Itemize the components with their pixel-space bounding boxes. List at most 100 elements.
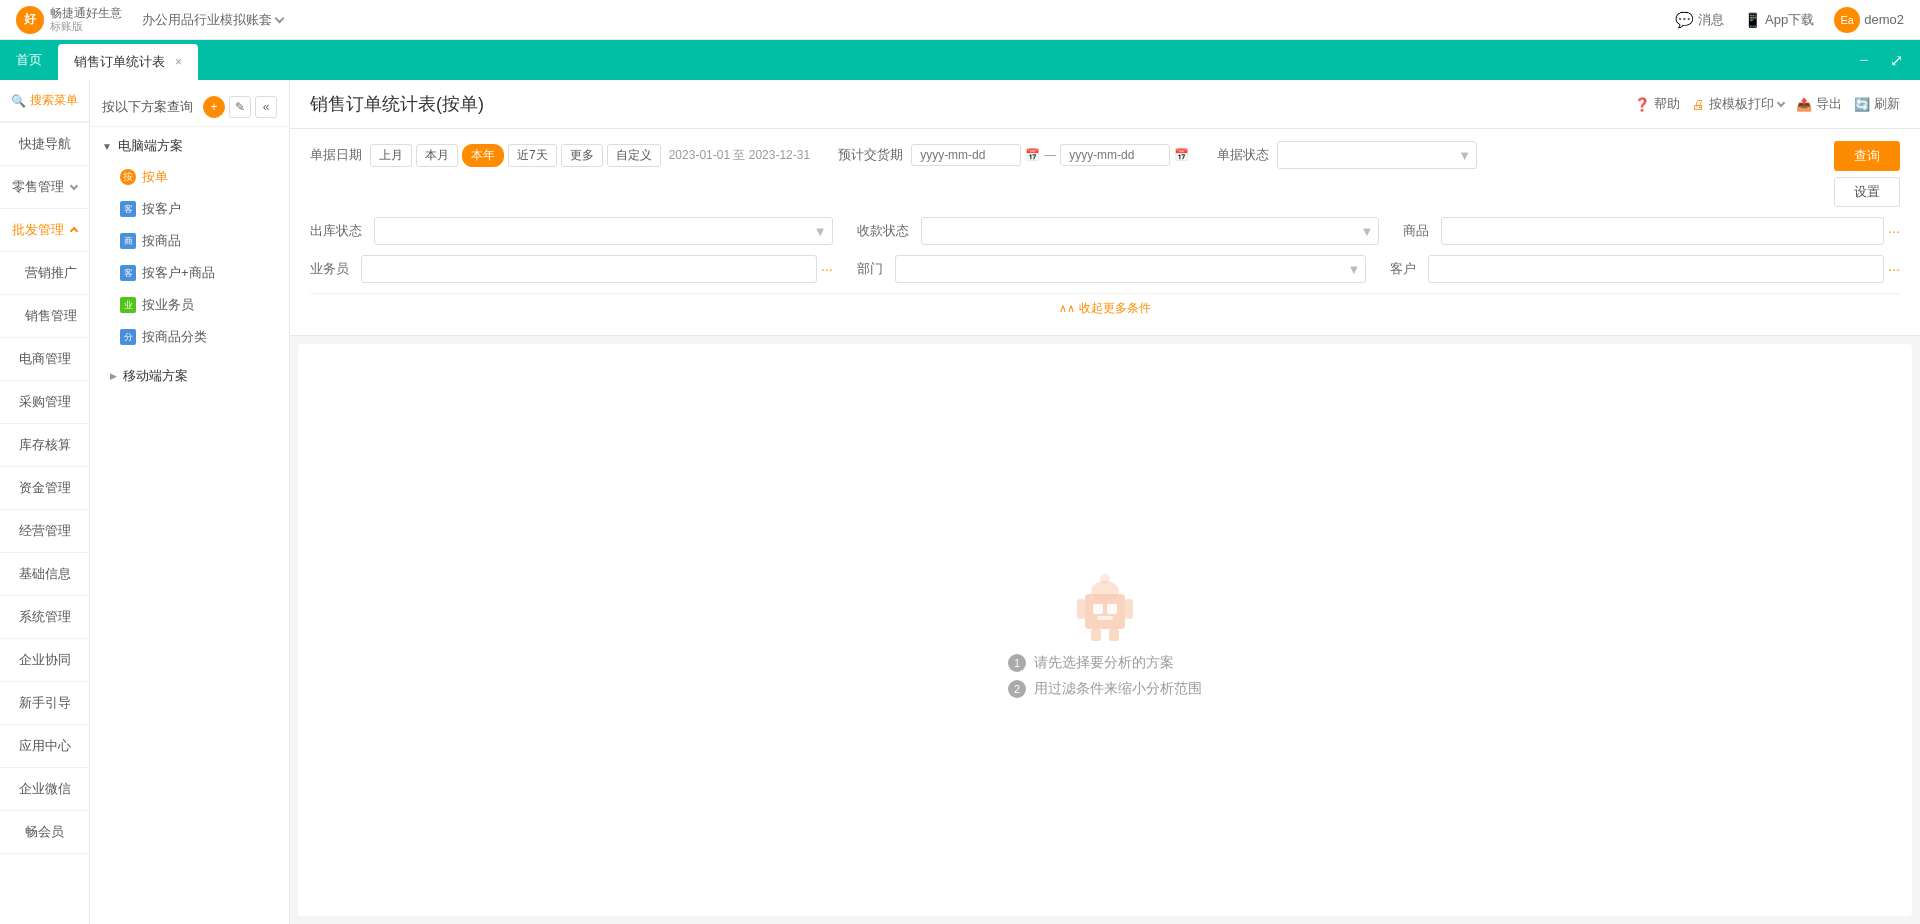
- sidebar-item-operations[interactable]: 经营管理: [0, 510, 89, 553]
- date-btn-this-year[interactable]: 本年: [462, 144, 504, 167]
- mobile-scheme-group: ▶ 移动端方案: [90, 357, 289, 395]
- sidebar-item-marketing[interactable]: 营销推广: [0, 252, 89, 295]
- svg-rect-3: [1097, 616, 1113, 620]
- settings-button[interactable]: 设置: [1834, 177, 1900, 207]
- salesperson-input[interactable]: [361, 255, 817, 283]
- sidebar-item-inventory[interactable]: 库存核算: [0, 424, 89, 467]
- sidebar-item-search[interactable]: 🔍 搜索菜单: [0, 80, 89, 123]
- export-icon: 📤: [1796, 97, 1812, 112]
- refresh-button[interactable]: 🔄 刷新: [1854, 95, 1900, 113]
- filter-row-persons: 业务员 ··· 部门 ▼ 客户 ···: [310, 255, 1900, 283]
- refresh-icon: 🔄: [1854, 97, 1870, 112]
- customer-dots-icon[interactable]: ···: [1888, 261, 1900, 277]
- empty-tips: 1 请先选择要分析的方案 2 用过滤条件来缩小分析范围: [1008, 654, 1202, 706]
- svg-rect-1: [1093, 604, 1103, 614]
- sidebar-item-retail[interactable]: 零售管理: [0, 166, 89, 209]
- sidebar-item-sales[interactable]: 销售管理: [0, 295, 89, 338]
- status-select[interactable]: [1277, 141, 1477, 169]
- filter-area: 单据日期 上月 本月 本年 近7天 更多 自定义 2023-01-01 至 20…: [290, 129, 1920, 336]
- add-scheme-button[interactable]: +: [203, 96, 225, 118]
- date-btn-this-month[interactable]: 本月: [416, 144, 458, 167]
- department-select[interactable]: [895, 255, 1367, 283]
- svg-rect-5: [1125, 599, 1133, 619]
- empty-tip-1: 1 请先选择要分析的方案: [1008, 654, 1202, 672]
- svg-rect-7: [1109, 629, 1119, 641]
- sidebar-item-finance[interactable]: 资金管理: [0, 467, 89, 510]
- scheme-item-by-salesperson[interactable]: 业 按业务员: [90, 289, 289, 321]
- export-button[interactable]: 📤 导出: [1796, 95, 1842, 113]
- filter-row-date: 单据日期 上月 本月 本年 近7天 更多 自定义 2023-01-01 至 20…: [310, 141, 1900, 207]
- sidebar-item-enterprise[interactable]: 企业协同: [0, 639, 89, 682]
- collapse-filter-button[interactable]: ∧∧ 收起更多条件: [310, 294, 1900, 323]
- payment-select[interactable]: [921, 217, 1380, 245]
- salesperson-dots-icon[interactable]: ···: [821, 261, 833, 277]
- calendar-icon-start[interactable]: 📅: [1025, 148, 1040, 162]
- product-label: 商品: [1403, 222, 1429, 240]
- pc-scheme-group: ▼ 电脑端方案 按 按单 客 按客户 商 按商品 客 按客户+商品: [90, 127, 289, 357]
- scheme-circle-icon: 按: [120, 169, 136, 185]
- download-icon: 📱: [1744, 12, 1761, 28]
- message-button[interactable]: 💬 消息: [1675, 11, 1724, 29]
- shipment-select[interactable]: [374, 217, 833, 245]
- scheme-item-by-category[interactable]: 分 按商品分类: [90, 321, 289, 353]
- product-input[interactable]: [1441, 217, 1884, 245]
- sidebar-item-wechat[interactable]: 企业微信: [0, 768, 89, 811]
- expected-date-start[interactable]: [911, 144, 1021, 166]
- left-panel-icons: + ✎ «: [203, 96, 277, 118]
- pc-group-title[interactable]: ▼ 电脑端方案: [90, 131, 289, 161]
- date-label: 单据日期: [310, 146, 362, 164]
- edit-scheme-button[interactable]: ✎: [229, 96, 251, 118]
- sidebar-item-member[interactable]: 畅会员: [0, 811, 89, 854]
- scheme-item-by-order[interactable]: 按 按单: [90, 161, 289, 193]
- payment-select-wrapper: ▼: [921, 217, 1380, 245]
- tab-home[interactable]: 首页: [0, 40, 58, 80]
- collapse-panel-button[interactable]: «: [255, 96, 277, 118]
- svg-rect-6: [1091, 629, 1101, 641]
- tab-active[interactable]: 销售订单统计表 ×: [58, 44, 198, 80]
- date-btn-custom[interactable]: 自定义: [607, 144, 661, 167]
- sidebar: 🔍 搜索菜单 快捷导航 零售管理 批发管理 营销推广 销售管理 电商管理 采购管…: [0, 80, 90, 924]
- print-button[interactable]: 🖨 按模板打印: [1692, 95, 1784, 113]
- avatar: Ea: [1834, 7, 1860, 33]
- message-icon: 💬: [1675, 11, 1694, 29]
- mobile-group-arrow: ▶: [110, 371, 117, 381]
- date-btn-last-month[interactable]: 上月: [370, 144, 412, 167]
- expected-date-end[interactable]: [1060, 144, 1170, 166]
- status-label: 单据状态: [1217, 146, 1269, 164]
- customer-label: 客户: [1390, 260, 1416, 278]
- calendar-icon-end[interactable]: 📅: [1174, 148, 1189, 162]
- scheme-chart-icon: 业: [120, 297, 136, 313]
- tab-close-icon[interactable]: ×: [175, 55, 182, 69]
- scheme-item-by-customer[interactable]: 客 按客户: [90, 193, 289, 225]
- sidebar-item-purchase[interactable]: 采购管理: [0, 381, 89, 424]
- date-btn-7days[interactable]: 近7天: [508, 144, 557, 167]
- print-chevron: [1777, 99, 1785, 107]
- sidebar-item-appcenter[interactable]: 应用中心: [0, 725, 89, 768]
- product-dots-icon[interactable]: ···: [1888, 223, 1900, 239]
- group-arrow-down: ▼: [102, 141, 112, 152]
- date-btn-more[interactable]: 更多: [561, 144, 603, 167]
- query-button[interactable]: 查询: [1834, 141, 1900, 171]
- sidebar-item-basics[interactable]: 基础信息: [0, 553, 89, 596]
- user-menu[interactable]: Ea demo2: [1834, 7, 1904, 33]
- page-title-row: 销售订单统计表(按单) ❓ 帮助 🖨 按模板打印 📤: [310, 92, 1900, 116]
- svg-rect-4: [1077, 599, 1085, 619]
- customer-input[interactable]: [1428, 255, 1884, 283]
- top-bar-left: 好 畅捷通好生意 标账版 办公用品行业模拟账套: [16, 6, 283, 34]
- tab-maximize-button[interactable]: ⤢: [1884, 48, 1908, 72]
- scheme-sq-icon-product: 商: [120, 233, 136, 249]
- salesperson-field: ···: [361, 255, 833, 283]
- mobile-group-title[interactable]: ▶ 移动端方案: [90, 361, 289, 391]
- query-buttons: 查询 设置: [1822, 141, 1900, 207]
- app-download-button[interactable]: 📱 App下载: [1744, 11, 1814, 29]
- sidebar-item-wholesale[interactable]: 批发管理: [0, 209, 89, 252]
- scheme-item-by-product[interactable]: 商 按商品: [90, 225, 289, 257]
- sidebar-item-ecommerce[interactable]: 电商管理: [0, 338, 89, 381]
- tab-minimize-button[interactable]: －: [1852, 48, 1876, 72]
- help-button[interactable]: ❓ 帮助: [1634, 95, 1680, 113]
- sidebar-item-system[interactable]: 系统管理: [0, 596, 89, 639]
- sidebar-item-quick-nav[interactable]: 快捷导航: [0, 123, 89, 166]
- page-selector[interactable]: 办公用品行业模拟账套: [142, 11, 283, 29]
- scheme-item-by-customer-product[interactable]: 客 按客户+商品: [90, 257, 289, 289]
- sidebar-item-newbie[interactable]: 新手引导: [0, 682, 89, 725]
